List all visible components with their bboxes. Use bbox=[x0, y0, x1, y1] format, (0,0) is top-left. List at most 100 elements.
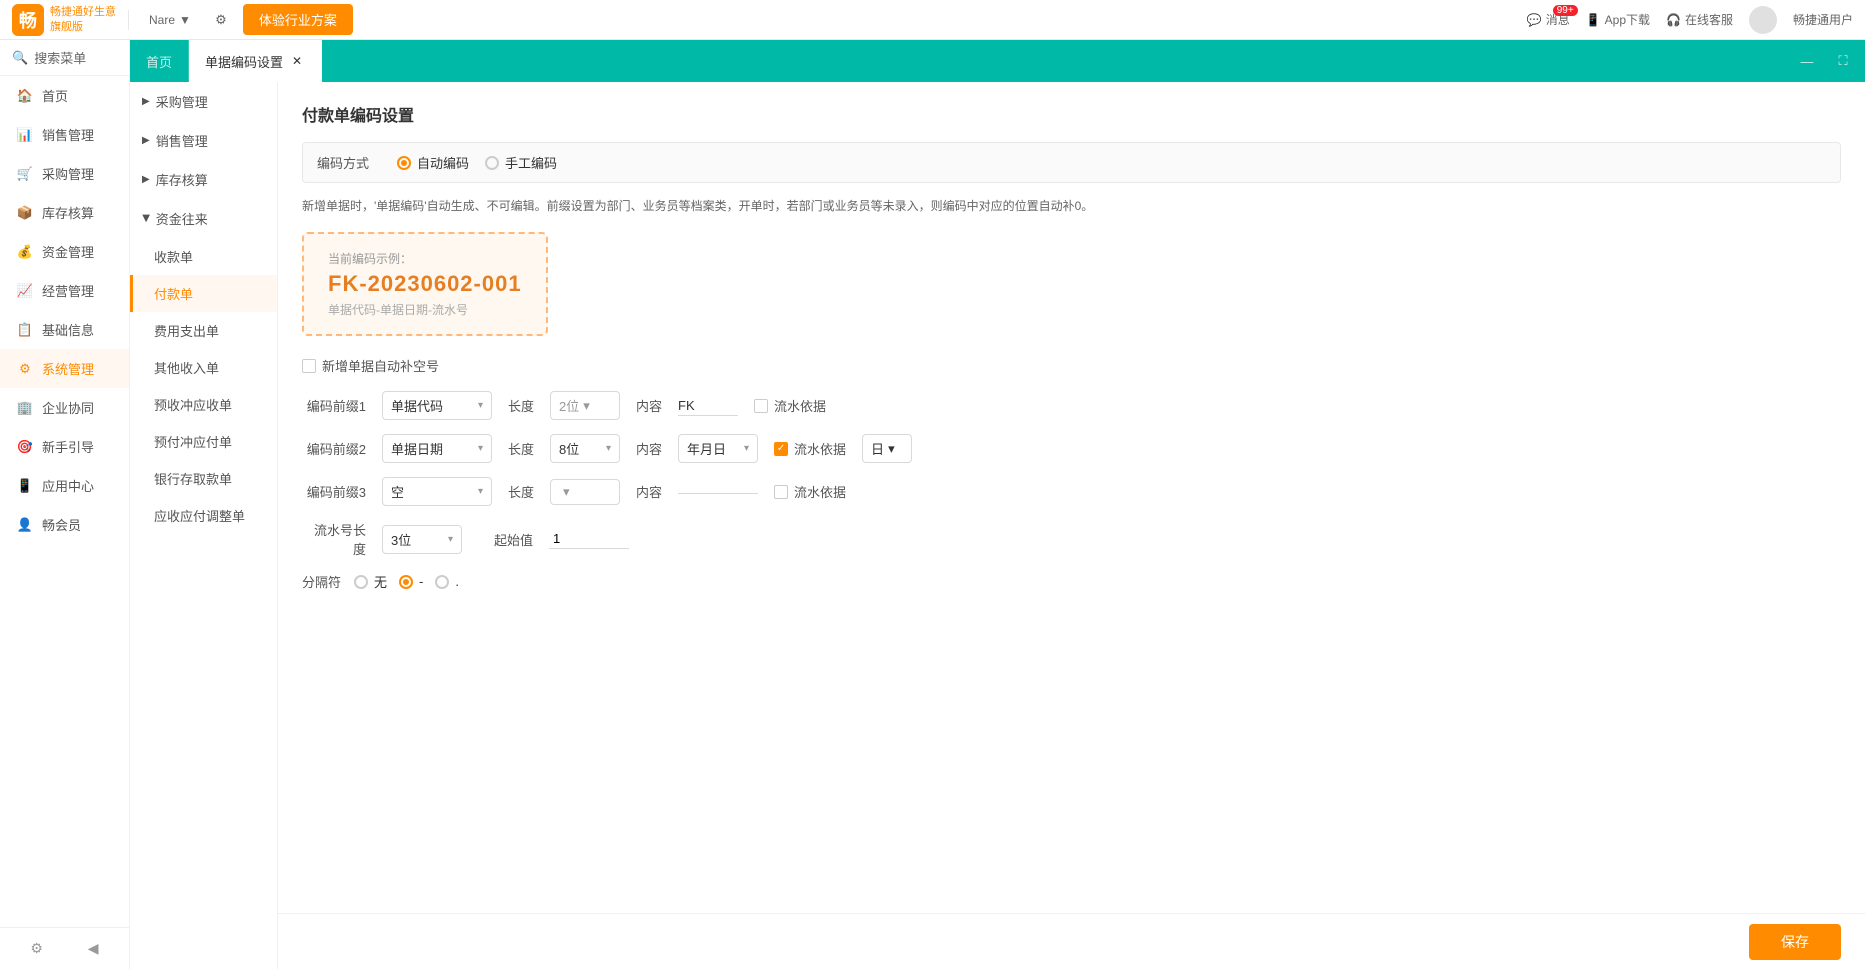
encoding-method-label: 编码方式 bbox=[317, 153, 369, 172]
sidebar-item-purchase[interactable]: 🛒 采购管理 bbox=[0, 154, 129, 193]
sub-nav-item-expense[interactable]: 费用支出单 bbox=[130, 312, 277, 349]
sep-dot-radio[interactable]: . bbox=[435, 574, 459, 589]
tabbar-right: — ⛶ bbox=[1793, 47, 1865, 75]
prefix2-label: 编码前缀2 bbox=[302, 439, 366, 458]
search-menu[interactable]: 🔍 搜索菜单 bbox=[0, 40, 129, 76]
sidebar-item-operation[interactable]: 📈 经营管理 bbox=[0, 271, 129, 310]
sub-nav-header-purchase[interactable]: ▶ 采购管理 bbox=[130, 82, 277, 121]
prefix2-content-value: 年月日 bbox=[687, 439, 726, 458]
serial-length-select[interactable]: 3位 ▾ bbox=[382, 525, 462, 554]
sub-nav-item-payment[interactable]: 付款单 bbox=[130, 275, 277, 312]
sub-nav: ▶ 采购管理 ▶ 销售管理 ▶ 库存核算 bbox=[130, 82, 278, 969]
sub-nav-item-prepay-pay[interactable]: 预付冲应付单 bbox=[130, 423, 277, 460]
start-value-label: 起始值 bbox=[494, 530, 533, 549]
online-service-btn[interactable]: 🎧 在线客服 bbox=[1666, 11, 1733, 28]
sidebar-collapse-btn[interactable]: ◀ bbox=[80, 936, 107, 961]
app-logo: 畅 畅捷通好生意 旗舰版 bbox=[12, 4, 116, 36]
tab-close-icon[interactable]: ✕ bbox=[289, 53, 305, 69]
sub-nav-item-bank[interactable]: 银行存取款单 bbox=[130, 460, 277, 497]
sub-nav-item-receipt[interactable]: 收款单 bbox=[130, 238, 277, 275]
prefix2-chevron-icon: ▾ bbox=[478, 443, 483, 454]
prefix2-content-chevron-icon: ▾ bbox=[744, 443, 749, 454]
prefix2-content-select[interactable]: 年月日 ▾ bbox=[678, 434, 758, 463]
prefix2-value: 单据日期 bbox=[391, 439, 443, 458]
encoding-method-row: 编码方式 自动编码 手工编码 bbox=[302, 142, 1841, 183]
chevron-purchase-icon: ▶ bbox=[142, 96, 150, 107]
tab-maximize-btn[interactable]: ⛶ bbox=[1829, 47, 1857, 75]
sales-icon: 📊 bbox=[16, 126, 34, 144]
sub-nav-group-capital: ▶ 资金往来 收款单 付款单 费用支出单 其他收入单 bbox=[130, 199, 277, 534]
prefix2-stream-checkbox[interactable]: ✓ 流水依据 bbox=[774, 439, 846, 458]
topbar-divider bbox=[128, 10, 129, 30]
sub-nav-item-prepay-receive[interactable]: 预收冲应收单 bbox=[130, 386, 277, 423]
sep-none-radio-dot bbox=[354, 575, 368, 589]
inner-layout: ▶ 采购管理 ▶ 销售管理 ▶ 库存核算 bbox=[130, 82, 1865, 969]
logo-icon: 畅 bbox=[12, 4, 44, 36]
preview-box: 当前编码示例： FK-20230602-001 单据代码-单据日期-流水号 bbox=[302, 232, 548, 336]
sidebar-item-finance[interactable]: 💰 资金管理 bbox=[0, 232, 129, 271]
basic-icon: 📋 bbox=[16, 321, 34, 339]
prefix2-select[interactable]: 单据日期 ▾ bbox=[382, 434, 492, 463]
sidebar-item-inventory[interactable]: 📦 库存核算 bbox=[0, 193, 129, 232]
tab-home[interactable]: 首页 bbox=[130, 40, 189, 82]
sub-nav-header-capital[interactable]: ▶ 资金往来 bbox=[130, 199, 277, 238]
sidebar-item-home[interactable]: 🏠 首页 bbox=[0, 76, 129, 115]
prefix3-select[interactable]: 空 ▾ bbox=[382, 477, 492, 506]
auto-code-radio[interactable]: 自动编码 bbox=[397, 153, 469, 172]
finance-icon: 💰 bbox=[16, 243, 34, 261]
prefix3-length-select[interactable]: ▾ bbox=[550, 479, 620, 505]
sidebar-settings-btn[interactable]: ⚙ bbox=[22, 936, 51, 961]
sub-nav-item-other-income-label: 其他收入单 bbox=[154, 361, 219, 376]
sep-dot-label: . bbox=[455, 574, 459, 589]
sidebar-label-sales: 销售管理 bbox=[42, 125, 94, 144]
sub-nav-header-inventory[interactable]: ▶ 库存核算 bbox=[130, 160, 277, 199]
manual-code-radio[interactable]: 手工编码 bbox=[485, 153, 557, 172]
save-button[interactable]: 保存 bbox=[1749, 924, 1841, 960]
sub-nav-item-prepay-pay-label: 预付冲应付单 bbox=[154, 435, 232, 450]
sep-none-radio[interactable]: 无 bbox=[354, 572, 387, 591]
prefix1-stream-checkbox-box bbox=[754, 399, 768, 413]
sidebar-label-finance: 资金管理 bbox=[42, 242, 94, 261]
workspace-dropdown[interactable]: Nare ▼ bbox=[141, 9, 199, 31]
prefix2-stream-unit-select[interactable]: 日 ▾ bbox=[862, 434, 912, 463]
operation-icon: 📈 bbox=[16, 282, 34, 300]
sidebar-item-basic[interactable]: 📋 基础信息 bbox=[0, 310, 129, 349]
auto-code-radio-dot bbox=[397, 156, 411, 170]
sep-dash-radio[interactable]: - bbox=[399, 574, 423, 589]
sidebar-item-guide[interactable]: 🎯 新手引导 bbox=[0, 427, 129, 466]
sidebar: 🔍 搜索菜单 🏠 首页 📊 销售管理 🛒 采购管理 📦 库存核算 💰 资金管理 … bbox=[0, 40, 130, 969]
sub-nav-item-bank-label: 银行存取款单 bbox=[154, 472, 232, 487]
prefix1-stream-label: 流水依据 bbox=[774, 396, 826, 415]
auto-fill-checkbox[interactable]: 新增单据自动补空号 bbox=[302, 356, 1841, 375]
sidebar-item-enterprise[interactable]: 🏢 企业协同 bbox=[0, 388, 129, 427]
settings-icon[interactable]: ⚙ bbox=[207, 6, 235, 34]
sidebar-item-apps[interactable]: 📱 应用中心 bbox=[0, 466, 129, 505]
tab-code-setting[interactable]: 单据编码设置 ✕ bbox=[189, 40, 322, 82]
tab-minimize-btn[interactable]: — bbox=[1793, 47, 1821, 75]
start-value-input[interactable] bbox=[549, 529, 629, 549]
prefix3-stream-checkbox[interactable]: 流水依据 bbox=[774, 482, 846, 501]
sub-nav-item-other-income[interactable]: 其他收入单 bbox=[130, 349, 277, 386]
footer-bar: 保存 bbox=[278, 913, 1865, 969]
sidebar-item-sales[interactable]: 📊 销售管理 bbox=[0, 115, 129, 154]
sidebar-item-member[interactable]: 👤 畅会员 bbox=[0, 505, 129, 544]
prefix1-length-select[interactable]: 2位 ▾ bbox=[550, 391, 620, 420]
message-btn[interactable]: 💬 消息 99+ bbox=[1527, 11, 1570, 28]
chevron-inventory-icon: ▶ bbox=[142, 174, 150, 185]
avatar[interactable] bbox=[1749, 6, 1777, 34]
preview-desc: 单据代码-单据日期-流水号 bbox=[328, 301, 522, 318]
sub-nav-item-adjust[interactable]: 应收应付调整单 bbox=[130, 497, 277, 534]
sidebar-item-system[interactable]: ⚙ 系统管理 bbox=[0, 349, 129, 388]
prefix2-stream-checkbox-box: ✓ bbox=[774, 442, 788, 456]
sidebar-label-purchase: 采购管理 bbox=[42, 164, 94, 183]
serial-length-label: 流水号长度 bbox=[302, 520, 366, 558]
prefix1-select[interactable]: 单据代码 ▾ bbox=[382, 391, 492, 420]
trial-btn[interactable]: 体验行业方案 bbox=[243, 4, 353, 35]
sub-nav-item-adjust-label: 应收应付调整单 bbox=[154, 509, 245, 524]
prefix2-length-select[interactable]: 8位 ▾ bbox=[550, 434, 620, 463]
app-download-btn[interactable]: 📱 App下载 bbox=[1586, 11, 1650, 28]
inventory-icon: 📦 bbox=[16, 204, 34, 222]
sub-nav-header-sales[interactable]: ▶ 销售管理 bbox=[130, 121, 277, 160]
prefix1-stream-checkbox[interactable]: 流水依据 bbox=[754, 396, 826, 415]
sub-nav-label-sales: 销售管理 bbox=[156, 131, 208, 150]
